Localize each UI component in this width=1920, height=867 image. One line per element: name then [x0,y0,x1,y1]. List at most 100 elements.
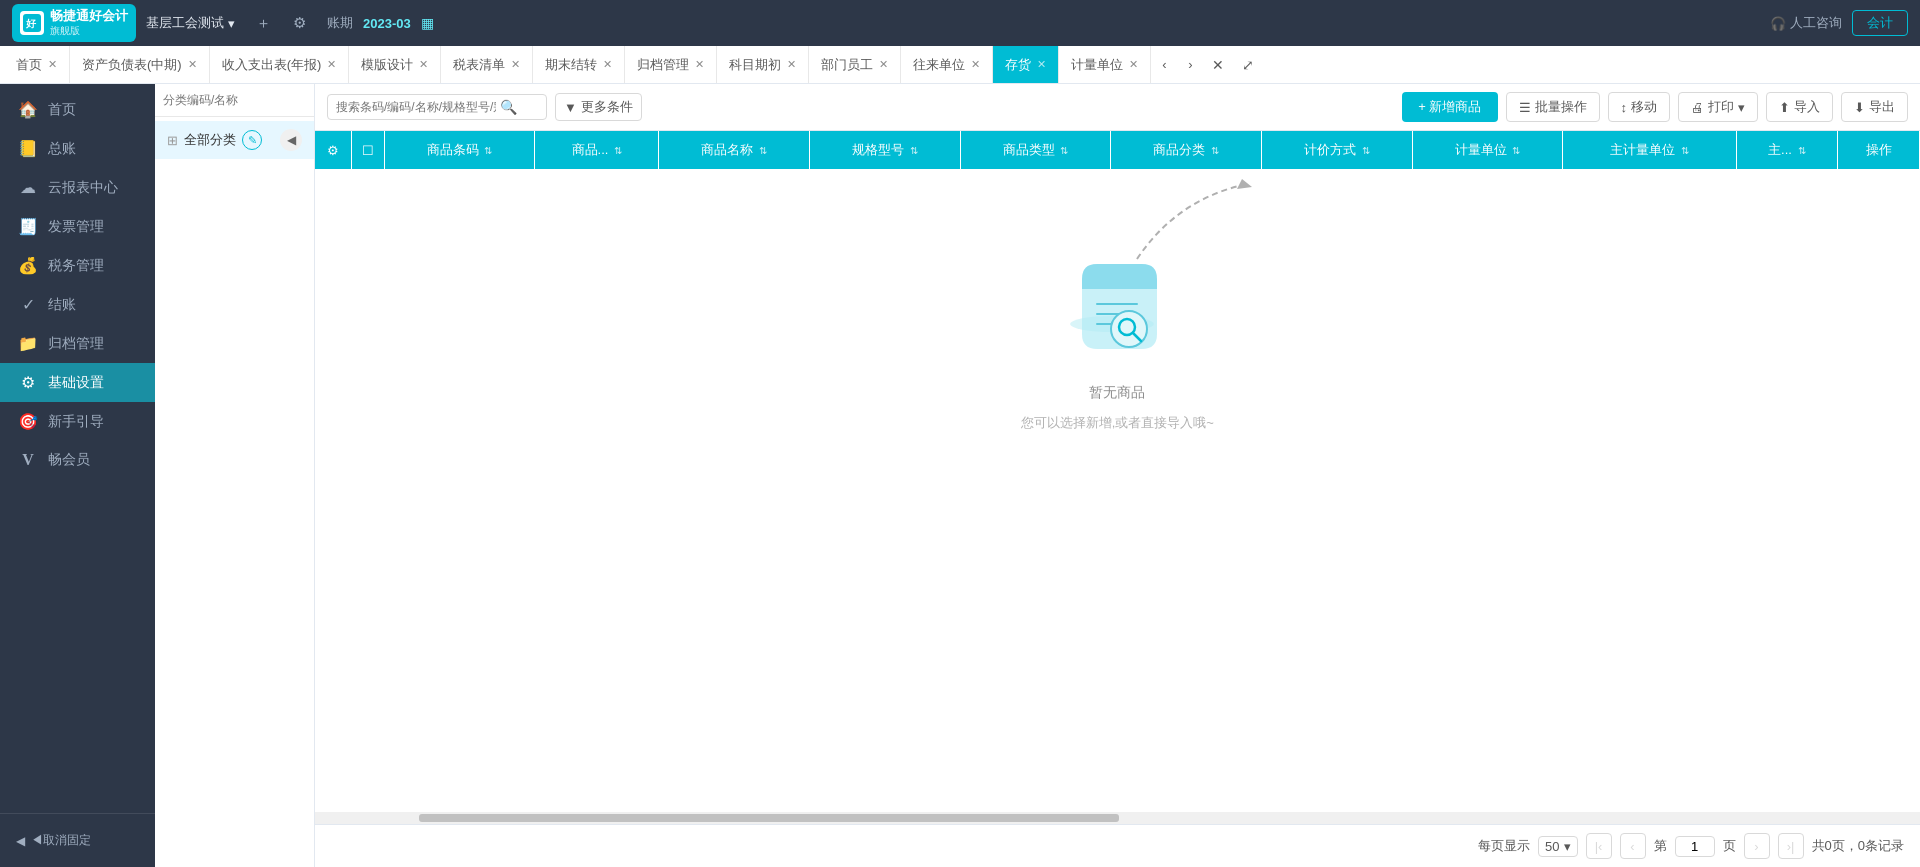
table-th-price-method[interactable]: 计价方式 ⇅ [1261,131,1412,169]
table-th-gear[interactable]: ⚙ [315,131,351,169]
tab-close-icon[interactable]: ✕ [419,58,428,71]
table-th-main-unit[interactable]: 主计量单位 ⇅ [1563,131,1736,169]
search-icon[interactable]: 🔍 [500,99,517,115]
sort-icon: ⇅ [759,145,767,156]
batch-icon: ☰ [1519,100,1531,115]
table-th-type[interactable]: 商品类型 ⇅ [960,131,1111,169]
tab-balance[interactable]: 资产负债表(中期) ✕ [70,46,210,84]
tab-close-icon[interactable]: ✕ [1037,58,1046,71]
page-next-button[interactable]: › [1744,833,1770,859]
period-label: 账期 [327,14,353,32]
calendar-icon[interactable]: ▦ [421,15,434,31]
tab-taxform[interactable]: 税表清单 ✕ [441,46,533,84]
sidebar-item-guide[interactable]: 🎯 新手引导 [0,402,155,441]
table-th-unit[interactable]: 计量单位 ⇅ [1412,131,1563,169]
tab-close-icon[interactable]: ✕ [603,58,612,71]
add-tab-button[interactable]: ＋ [249,9,277,37]
empty-main-text: 暂无商品 [1089,384,1145,402]
tab-label: 往来单位 [913,56,965,74]
tab-next-button[interactable]: › [1177,46,1203,84]
table-th-code[interactable]: 商品... ⇅ [535,131,659,169]
tab-close-icon[interactable]: ✕ [1129,58,1138,71]
tab-prev-button[interactable]: ‹ [1151,46,1177,84]
account-button[interactable]: 会计 [1852,10,1908,36]
sidebar-item-settings[interactable]: ⚙ 基础设置 [0,363,155,402]
tab-income[interactable]: 收入支出表(年报) ✕ [210,46,350,84]
category-edit-icon[interactable]: ✎ [242,130,262,150]
app-logo[interactable]: 好 畅捷通好会计 旗舰版 [12,4,136,42]
table-th-category[interactable]: 商品分类 ⇅ [1111,131,1262,169]
sidebar-item-ledger[interactable]: 📒 总账 [0,129,155,168]
sidebar-item-archive[interactable]: 📁 归档管理 [0,324,155,363]
sidebar-item-settle[interactable]: ✓ 结账 [0,285,155,324]
tab-label: 科目期初 [729,56,781,74]
tab-label: 首页 [16,56,42,74]
company-name: 基层工会测试 [146,14,224,32]
page-size-value: 50 [1545,839,1559,854]
tab-label: 存货 [1005,56,1031,74]
tab-close-icon[interactable]: ✕ [327,58,336,71]
tab-home[interactable]: 首页 ✕ [4,46,70,84]
page-prev-button[interactable]: ‹ [1620,833,1646,859]
tab-close-icon[interactable]: ✕ [787,58,796,71]
sidebar-item-invoice[interactable]: 🧾 发票管理 [0,207,155,246]
table-th-main-extra[interactable]: 主... ⇅ [1736,131,1838,169]
tab-close-icon[interactable]: ✕ [188,58,197,71]
tab-close-icon[interactable]: ✕ [511,58,520,71]
company-selector[interactable]: 基层工会测试 ▾ [146,14,235,32]
move-button[interactable]: ↕ 移动 [1608,92,1671,122]
chevron-down-icon: ▾ [1564,839,1571,854]
sidebar-item-reports[interactable]: ☁ 云报表中心 [0,168,155,207]
tab-subject[interactable]: 科目期初 ✕ [717,46,809,84]
category-collapse-button[interactable]: ◀ [280,129,302,151]
tab-dept[interactable]: 部门员工 ✕ [809,46,901,84]
tab-archive[interactable]: 归档管理 ✕ [625,46,717,84]
sidebar-item-label: 总账 [48,140,76,158]
category-search: 🔍 [155,84,314,117]
page-number-input[interactable] [1675,836,1715,857]
ledger-icon: 📒 [18,139,38,158]
tab-close-all-button[interactable]: ✕ [1203,46,1233,84]
sidebar-item-home[interactable]: 🏠 首页 [0,90,155,129]
export-button[interactable]: ⬇ 导出 [1841,92,1908,122]
settings-icon[interactable]: ⚙ [285,9,313,37]
tab-unit[interactable]: 计量单位 ✕ [1059,46,1151,84]
import-button[interactable]: ⬆ 导入 [1766,92,1833,122]
help-button[interactable]: 🎧 人工咨询 [1770,14,1842,32]
category-panel: 🔍 ⊞ 全部分类 ✎ ◀ [155,84,315,867]
sidebar-item-tax[interactable]: 💰 税务管理 [0,246,155,285]
page-size-select[interactable]: 50 ▾ [1538,836,1577,857]
scrollbar-thumb[interactable] [419,814,1119,822]
table-th-actions: 操作 [1838,131,1920,169]
page-first-button[interactable]: |‹ [1586,833,1612,859]
table-th-spec[interactable]: 规格型号 ⇅ [810,131,961,169]
print-button[interactable]: 🖨 打印 ▾ [1678,92,1758,122]
category-all-label: 全部分类 [184,131,236,149]
batch-operation-button[interactable]: ☰ 批量操作 [1506,92,1600,122]
tab-template[interactable]: 模版设计 ✕ [349,46,441,84]
empty-state: 暂无商品 您可以选择新增,或者直接导入哦~ [315,169,1920,512]
table-th-barcode[interactable]: 商品条码 ⇅ [384,131,535,169]
tab-period-close[interactable]: 期末结转 ✕ [533,46,625,84]
tab-close-icon[interactable]: ✕ [971,58,980,71]
add-product-button[interactable]: + 新增商品 [1402,92,1497,122]
category-search-input[interactable] [163,93,313,107]
horizontal-scrollbar[interactable] [315,812,1920,824]
table-th-checkbox[interactable]: ☐ [351,131,384,169]
product-search-input[interactable] [336,100,496,114]
tab-close-icon[interactable]: ✕ [48,58,57,71]
category-all-item[interactable]: ⊞ 全部分类 ✎ ◀ [155,121,314,159]
page-last-button[interactable]: ›| [1778,833,1804,859]
tab-close-icon[interactable]: ✕ [695,58,704,71]
sidebar-item-label: 发票管理 [48,218,104,236]
sidebar-item-member[interactable]: V 畅会员 [0,441,155,479]
tab-contacts[interactable]: 往来单位 ✕ [901,46,993,84]
table-th-name[interactable]: 商品名称 ⇅ [659,131,810,169]
filter-button[interactable]: ▼ 更多条件 [555,93,642,121]
total-label: 共0页，0条记录 [1812,837,1904,855]
tab-inventory[interactable]: 存货 ✕ [993,46,1059,84]
sort-icon: ⇅ [614,145,622,156]
tab-close-icon[interactable]: ✕ [879,58,888,71]
tab-maximize-button[interactable]: ⤢ [1233,46,1263,84]
sidebar-pin-button[interactable]: ◀ ◀取消固定 [0,824,155,857]
